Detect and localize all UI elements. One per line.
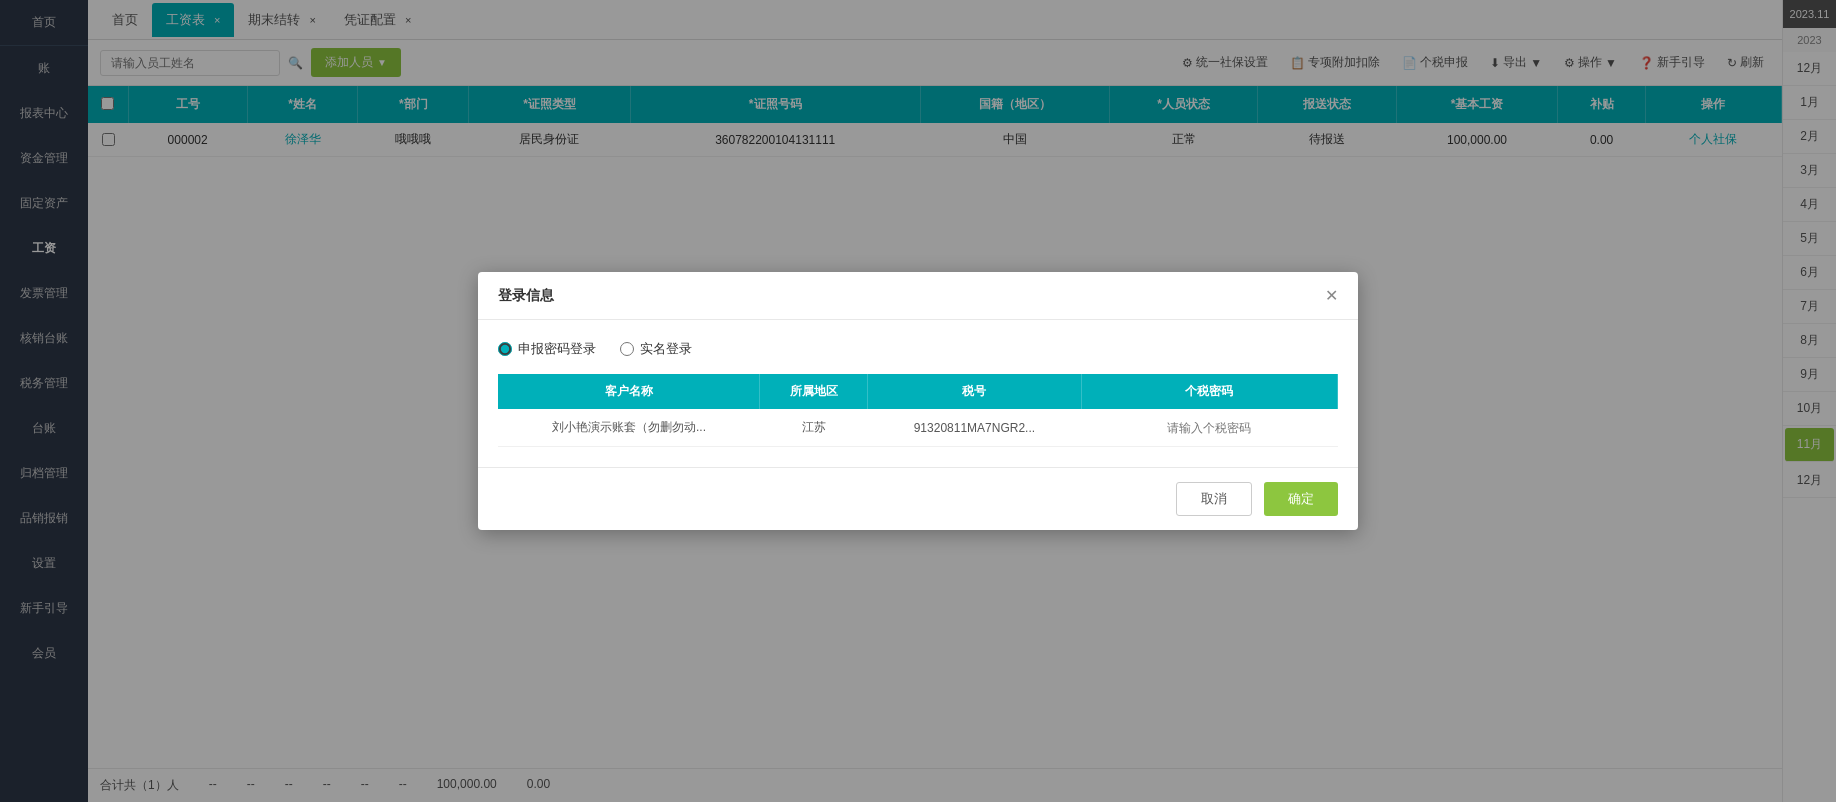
inner-col-region: 所属地区 [760,374,867,409]
modal-header: 登录信息 ✕ [478,272,1358,320]
radio-password-input[interactable] [498,342,512,356]
cell-region: 江苏 [760,409,867,447]
login-radio-group: 申报密码登录 实名登录 [498,340,1338,358]
modal-footer: 取消 确定 [478,467,1358,530]
modal-overlay: 登录信息 ✕ 申报密码登录 实名登录 [0,0,1836,802]
login-info-row: 刘小艳演示账套（勿删勿动... 江苏 91320811MA7NGR2... [498,409,1338,447]
login-info-modal: 登录信息 ✕ 申报密码登录 实名登录 [478,272,1358,530]
cell-client-name: 刘小艳演示账套（勿删勿动... [498,409,760,447]
inner-col-tax-pwd: 个税密码 [1081,374,1337,409]
inner-col-tax-no: 税号 [867,374,1081,409]
inner-col-client-name: 客户名称 [498,374,760,409]
cancel-button[interactable]: 取消 [1176,482,1252,516]
login-info-table: 客户名称 所属地区 税号 个税密码 刘小艳演示账套（勿删勿动... 江苏 913… [498,374,1338,447]
cell-tax-pwd[interactable] [1081,409,1337,447]
modal-title: 登录信息 [498,287,554,305]
app-container: 首页 账 报表中心 资金管理 固定资产 工资 发票管理 核销台账 税务管理 台账… [0,0,1836,802]
confirm-button[interactable]: 确定 [1264,482,1338,516]
radio-realname-login[interactable]: 实名登录 [620,340,692,358]
modal-body: 申报密码登录 实名登录 客户名称 所属地区 税号 个税密码 [478,320,1358,467]
radio-password-login[interactable]: 申报密码登录 [498,340,596,358]
cell-tax-no: 91320811MA7NGR2... [867,409,1081,447]
tax-pwd-input[interactable] [1093,421,1325,435]
modal-close-button[interactable]: ✕ [1325,286,1338,305]
radio-realname-input[interactable] [620,342,634,356]
